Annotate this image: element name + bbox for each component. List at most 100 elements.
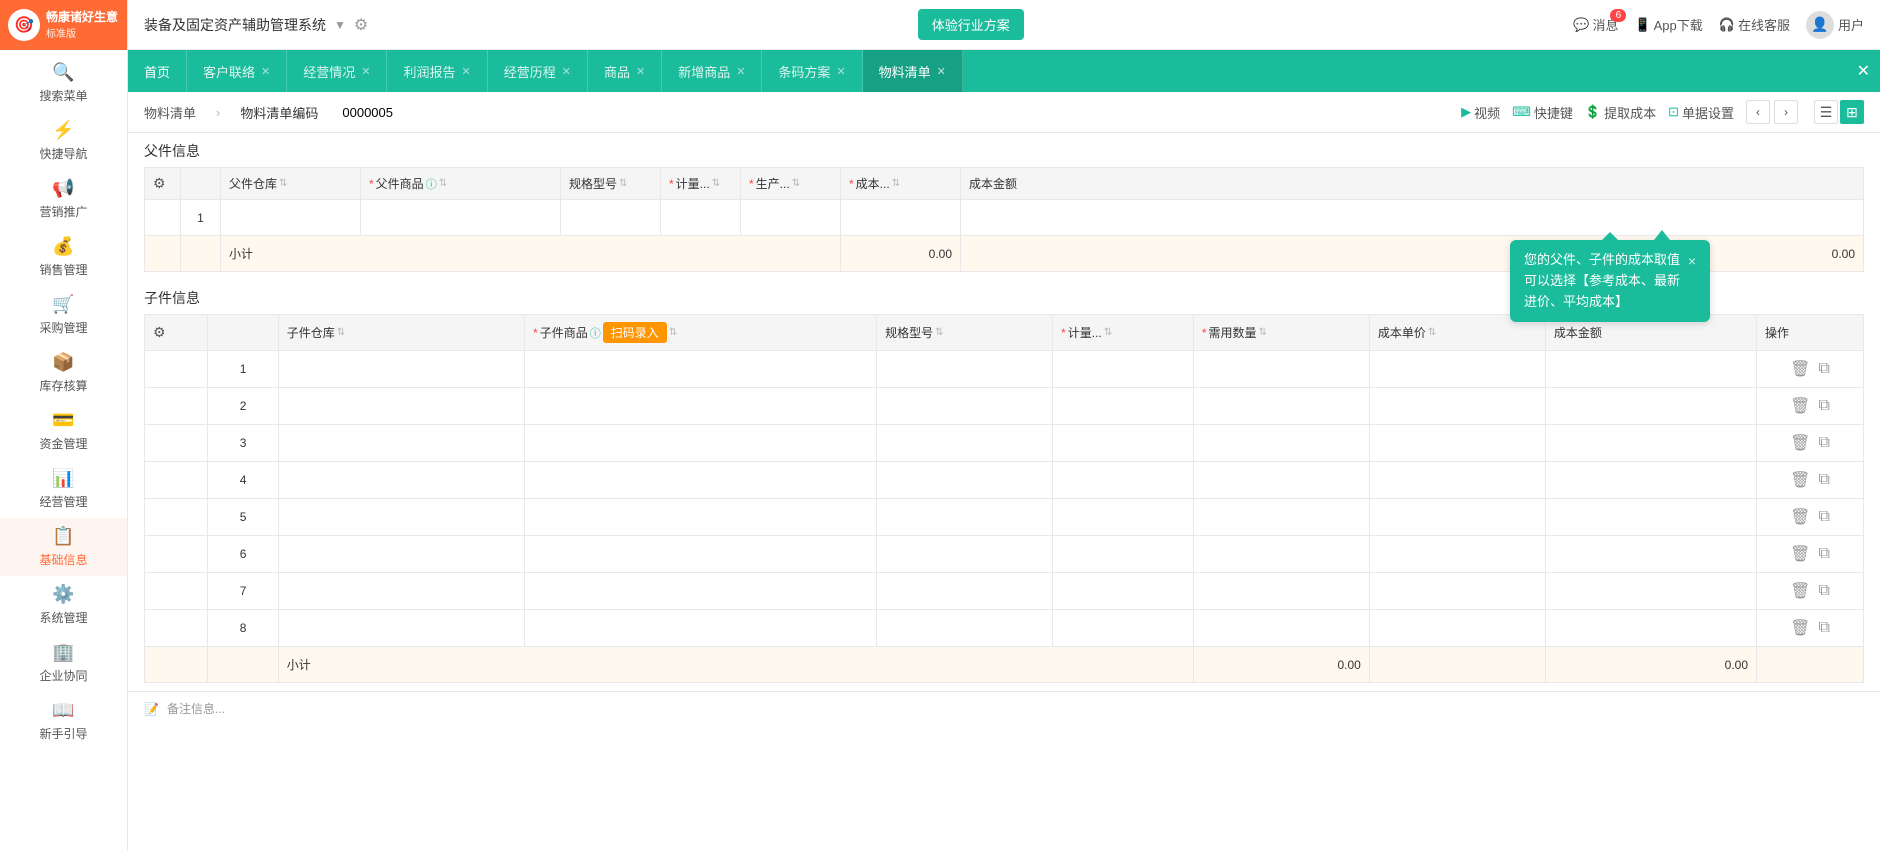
breadcrumb-main[interactable]: 物料清单 — [144, 103, 196, 122]
child-row1-qty[interactable] — [1193, 351, 1369, 388]
tab-customer[interactable]: 客户联络 ✕ — [187, 50, 287, 92]
child-row3-delete-btn[interactable]: 🗑 — [1788, 431, 1812, 455]
child-row1-delete-btn[interactable]: 🗑 — [1788, 357, 1812, 381]
tab-operation[interactable]: 经营情况 ✕ — [287, 50, 387, 92]
parent-cost-sort-icon[interactable]: ⇅ — [892, 178, 900, 189]
tab-product-close[interactable]: ✕ — [636, 65, 645, 78]
single-setting-action[interactable]: ⊡ 单据设置 — [1668, 103, 1734, 122]
child-row8-copy-btn[interactable]: ⧉ — [1816, 616, 1831, 640]
tab-bom-close[interactable]: ✕ — [937, 65, 946, 78]
child-row2-warehouse[interactable] — [278, 388, 524, 425]
parent-row1-production[interactable] — [741, 200, 841, 236]
child-row6-product[interactable] — [525, 536, 877, 573]
view-action[interactable]: ▶ 视频 — [1461, 103, 1500, 122]
child-row5-price[interactable] — [1369, 499, 1545, 536]
child-row5-delete-btn[interactable]: 🗑 — [1788, 505, 1812, 529]
tab-profit[interactable]: 利润报告 ✕ — [387, 50, 487, 92]
settings-icon[interactable]: ⚙ — [354, 15, 368, 35]
grid-layout-icon[interactable]: ⊞ — [1840, 100, 1864, 124]
child-row4-unit[interactable] — [1053, 462, 1194, 499]
child-row7-spec[interactable] — [877, 573, 1053, 610]
child-spec-sort-icon[interactable]: ⇅ — [935, 327, 943, 338]
child-row4-copy-btn[interactable]: ⧉ — [1816, 468, 1831, 492]
child-row8-spec[interactable] — [877, 610, 1053, 647]
child-row4-qty[interactable] — [1193, 462, 1369, 499]
tab-customer-close[interactable]: ✕ — [261, 65, 270, 78]
shortcut-action[interactable]: ⌨ 快捷键 — [1512, 103, 1573, 122]
child-row5-spec[interactable] — [877, 499, 1053, 536]
tooltip-close-btn[interactable]: × — [1688, 250, 1696, 272]
child-row2-spec[interactable] — [877, 388, 1053, 425]
sidebar-item-search[interactable]: 🔍 搜索菜单 — [0, 54, 127, 112]
child-row6-price[interactable] — [1369, 536, 1545, 573]
child-row4-spec[interactable] — [877, 462, 1053, 499]
next-arrow[interactable]: › — [1774, 100, 1798, 124]
child-settings-gear[interactable]: ⚙ — [153, 324, 166, 340]
child-row3-qty[interactable] — [1193, 425, 1369, 462]
tab-operation-close[interactable]: ✕ — [361, 65, 370, 78]
child-row3-spec[interactable] — [877, 425, 1053, 462]
child-row6-delete-btn[interactable]: 🗑 — [1788, 542, 1812, 566]
child-row1-price[interactable] — [1369, 351, 1545, 388]
sidebar-item-sales[interactable]: 💰 销售管理 — [0, 228, 127, 286]
child-row1-spec[interactable] — [877, 351, 1053, 388]
child-row6-copy-btn[interactable]: ⧉ — [1816, 542, 1831, 566]
child-row3-unit[interactable] — [1053, 425, 1194, 462]
child-row6-unit[interactable] — [1053, 536, 1194, 573]
sidebar-item-marketing[interactable]: 📢 营销推广 — [0, 170, 127, 228]
parent-row1-unit[interactable] — [661, 200, 741, 236]
child-row4-warehouse[interactable] — [278, 462, 524, 499]
child-row3-copy-btn[interactable]: ⧉ — [1816, 431, 1831, 455]
sidebar-item-enterprise[interactable]: 🏢 企业协同 — [0, 634, 127, 692]
child-qty-sort-icon[interactable]: ⇅ — [1259, 327, 1267, 338]
child-row2-delete-btn[interactable]: 🗑 — [1788, 394, 1812, 418]
child-row7-qty[interactable] — [1193, 573, 1369, 610]
tab-bom[interactable]: 物料清单 ✕ — [863, 50, 963, 92]
message-badge[interactable]: 💬 消息 6 — [1573, 15, 1618, 34]
child-row4-price[interactable] — [1369, 462, 1545, 499]
tab-new-product-close[interactable]: ✕ — [736, 65, 745, 78]
child-row8-delete-btn[interactable]: 🗑 — [1788, 616, 1812, 640]
list-layout-icon[interactable]: ☰ — [1814, 100, 1838, 124]
online-service-link[interactable]: 🎧 在线客服 — [1719, 15, 1790, 34]
child-row7-delete-btn[interactable]: 🗑 — [1788, 579, 1812, 603]
child-row2-product[interactable] — [525, 388, 877, 425]
child-price-sort-icon[interactable]: ⇅ — [1428, 327, 1436, 338]
trial-btn[interactable]: 体验行业方案 — [918, 9, 1024, 40]
parent-spec-sort-icon[interactable]: ⇅ — [619, 178, 627, 189]
child-row7-unit[interactable] — [1053, 573, 1194, 610]
child-row2-copy-btn[interactable]: ⧉ — [1816, 394, 1831, 418]
tab-history-close[interactable]: ✕ — [562, 65, 571, 78]
child-row8-unit[interactable] — [1053, 610, 1194, 647]
parent-row1-cost[interactable] — [841, 200, 961, 236]
child-row7-copy-btn[interactable]: ⧉ — [1816, 579, 1831, 603]
child-row4-product[interactable] — [525, 462, 877, 499]
parent-settings-gear[interactable]: ⚙ — [153, 175, 166, 191]
child-row2-unit[interactable] — [1053, 388, 1194, 425]
child-row1-warehouse[interactable] — [278, 351, 524, 388]
scan-btn[interactable]: 扫码录入 — [603, 322, 667, 343]
app-download-link[interactable]: 📱 App下载 — [1634, 15, 1702, 34]
user-menu[interactable]: 👤 用户 — [1806, 11, 1864, 39]
parent-product-sort-icon[interactable]: ⇅ — [439, 178, 447, 189]
prev-arrow[interactable]: ‹ — [1746, 100, 1770, 124]
child-row2-qty[interactable] — [1193, 388, 1369, 425]
parent-production-sort-icon[interactable]: ⇅ — [792, 178, 800, 189]
parent-unit-sort-icon[interactable]: ⇅ — [712, 178, 720, 189]
child-row8-product[interactable] — [525, 610, 877, 647]
child-product-sort-icon[interactable]: ⇅ — [669, 327, 677, 338]
tab-history[interactable]: 经营历程 ✕ — [488, 50, 588, 92]
child-row3-warehouse[interactable] — [278, 425, 524, 462]
child-row2-price[interactable] — [1369, 388, 1545, 425]
tab-barcode[interactable]: 条码方案 ✕ — [762, 50, 862, 92]
child-unit-sort-icon[interactable]: ⇅ — [1104, 327, 1112, 338]
child-row8-warehouse[interactable] — [278, 610, 524, 647]
sidebar-item-operation[interactable]: 📊 经营管理 — [0, 460, 127, 518]
parent-warehouse-sort-icon[interactable]: ⇅ — [279, 178, 287, 189]
parent-row1-product[interactable] — [361, 200, 561, 236]
child-row7-warehouse[interactable] — [278, 573, 524, 610]
tab-product[interactable]: 商品 ✕ — [588, 50, 662, 92]
close-all-tabs[interactable]: ✕ — [1847, 61, 1880, 81]
parent-row1-spec[interactable] — [561, 200, 661, 236]
child-row5-warehouse[interactable] — [278, 499, 524, 536]
